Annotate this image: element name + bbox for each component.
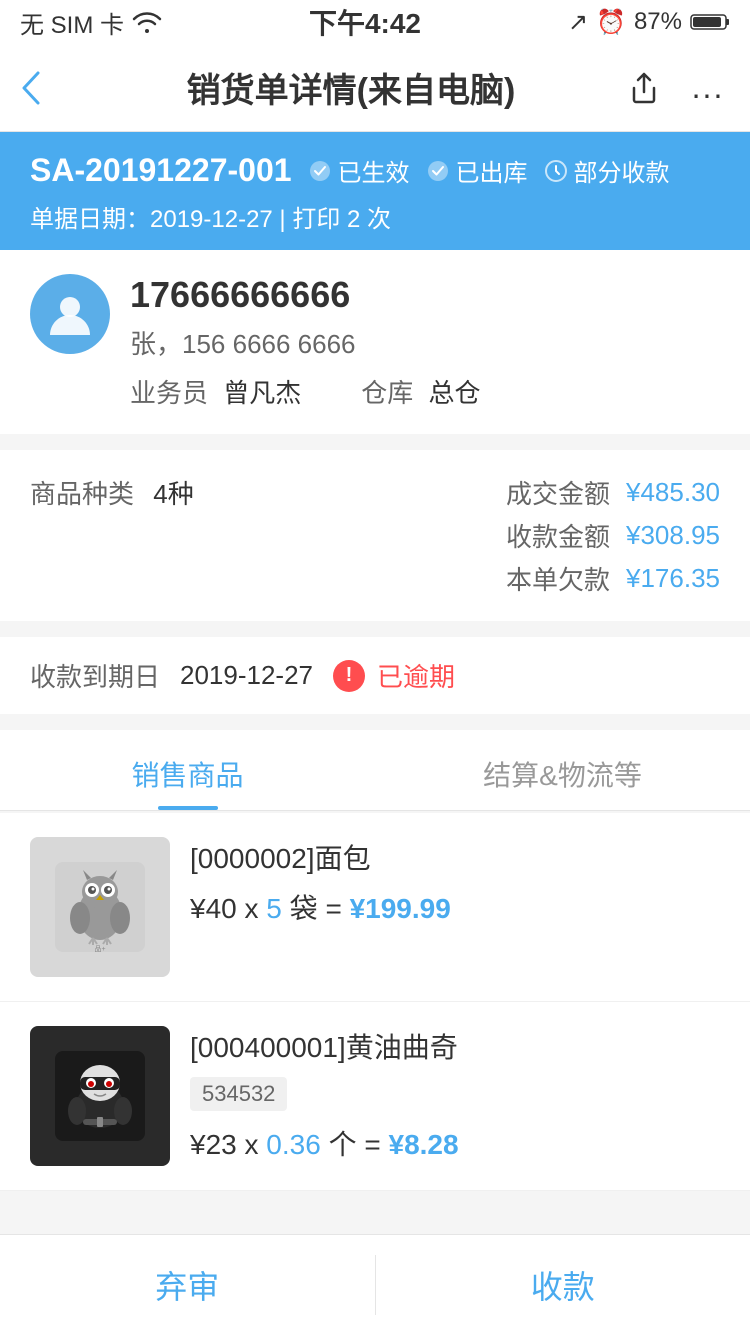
customer-section: 17666666666 张，156 6666 6666 业务员 曾凡杰 仓库 总… [0,250,750,434]
arrears-value: ¥176.35 [626,563,720,594]
overdue-icon: ! [333,660,365,692]
avatar [30,274,110,354]
bottom-bar: 弃审 收款 [0,1234,750,1334]
person-icon [45,289,95,339]
goods-count-value: 4种 [153,479,193,509]
product-qty-2: 0.36 [266,1129,321,1160]
product-total-1: ¥199.99 [350,893,451,924]
status-badge-1: 已生效 [308,153,410,188]
battery-text: 87% [634,8,682,36]
product-image-1: 品+ [30,837,170,977]
summary-section: 商品种类 4种 成交金额 ¥485.30 收款金额 ¥308.95 本单欠款 ¥… [0,450,750,621]
tabs: 销售商品 结算&物流等 [0,730,750,811]
product-details-2: [000400001]黄油曲奇 534532 ¥23 x 0.36 个 = ¥8… [190,1026,720,1163]
product-list: 品+ [0000002]面包 ¥40 x 5 袋 = ¥199.99 [0,813,750,1191]
overdue-text: 已逾期 [377,657,455,694]
warehouse-label: 仓库 [361,378,413,408]
share-button[interactable] [622,66,666,110]
arrears-label: 本单欠款 [506,560,610,597]
status-left: 无 SIM 卡 [20,5,162,40]
owl-icon-dark [55,1051,145,1141]
status-time: 下午4:42 [309,2,421,42]
product-price-2: ¥23 x 0.36 个 = ¥8.28 [190,1123,720,1163]
deal-amount-row: 成交金额 ¥485.30 [506,474,720,511]
arrears-row: 本单欠款 ¥176.35 [506,560,720,597]
due-date-label: 收款到期日 [30,657,160,694]
status-right: ↗ ⏰ 87% [568,8,730,37]
status-bar: 无 SIM 卡 下午4:42 ↗ ⏰ 87% [0,0,750,44]
warehouse-value: 总仓 [429,378,481,408]
salesperson-label: 业务员 [130,378,208,408]
payment-label: 收款金额 [506,517,610,554]
tab-settlement[interactable]: 结算&物流等 [375,730,750,810]
due-date-section: 收款到期日 2019-12-27 ! 已逾期 [0,637,750,714]
customer-id: 17666666666 [130,274,720,316]
carrier-text: 无 SIM 卡 [20,5,124,40]
more-button[interactable]: ... [686,66,730,110]
summary-right: 成交金额 ¥485.30 收款金额 ¥308.95 本单欠款 ¥176.35 [506,474,720,597]
goods-count: 商品种类 4种 [30,474,194,511]
deal-amount-label: 成交金额 [506,474,610,511]
status-badge-3: 部分收款 [544,153,670,188]
owl-icon-light: 品+ [55,862,145,952]
cancel-button[interactable]: 弃审 [0,1235,375,1334]
customer-name-phone: 张，156 6666 6666 [130,324,720,361]
product-name-1: [0000002]面包 [190,837,720,877]
payment-row: 收款金额 ¥308.95 [506,517,720,554]
warehouse-info: 仓库 总仓 [361,373,480,410]
product-image-2 [30,1026,170,1166]
nav-actions: ... [622,66,730,110]
nav-bar: 销货单详情(来自电脑) ... [0,44,750,132]
customer-meta: 业务员 曾凡杰 仓库 总仓 [130,373,720,410]
table-row: 品+ [0000002]面包 ¥40 x 5 袋 = ¥199.99 [0,813,750,1002]
salesperson-info: 业务员 曾凡杰 [130,373,301,410]
payment-value: ¥308.95 [626,520,720,551]
order-id: SA-20191227-001 [30,152,292,189]
salesperson-value: 曾凡杰 [223,378,301,408]
status-badge-2: 已出库 [426,153,528,188]
alarm-icon: ⏰ [596,8,626,37]
product-qty-1: 5 [266,893,282,924]
location-icon: ↗ [568,8,588,37]
doc-date: 单据日期：2019-12-27 | 打印 2 次 [30,199,720,234]
clock-icon [544,159,568,183]
product-total-2: ¥8.28 [389,1129,459,1160]
page-title: 销货单详情(来自电脑) [80,63,622,112]
deal-amount-value: ¥485.30 [626,477,720,508]
back-button[interactable] [20,69,80,107]
check-icon-1 [308,159,332,183]
header-banner: SA-20191227-001 已生效 已出库 部分收款 单据日期：2019-1… [0,132,750,250]
check-icon-2 [426,159,450,183]
product-unit-price-2: ¥23 [190,1129,237,1160]
tab-sales-goods[interactable]: 销售商品 [0,730,375,810]
table-row: [000400001]黄油曲奇 534532 ¥23 x 0.36 个 = ¥8… [0,1002,750,1191]
wifi-icon [132,11,162,33]
customer-info: 17666666666 张，156 6666 6666 业务员 曾凡杰 仓库 总… [130,274,720,410]
product-sku-2: 534532 [190,1077,287,1111]
product-name-2: [000400001]黄油曲奇 [190,1026,720,1066]
product-unit-2: 个 [329,1129,357,1160]
product-details-1: [0000002]面包 ¥40 x 5 袋 = ¥199.99 [190,837,720,927]
battery-icon [690,12,730,32]
summary-left: 商品种类 4种 [30,474,194,597]
confirm-button[interactable]: 收款 [376,1235,750,1334]
svg-text:品+: 品+ [94,945,105,952]
product-price-1: ¥40 x 5 袋 = ¥199.99 [190,887,720,927]
goods-type-label: 商品种类 [30,479,134,509]
due-date-value: 2019-12-27 [180,660,313,691]
product-unit-1: 袋 [290,893,318,924]
product-unit-price-1: ¥40 [190,893,237,924]
